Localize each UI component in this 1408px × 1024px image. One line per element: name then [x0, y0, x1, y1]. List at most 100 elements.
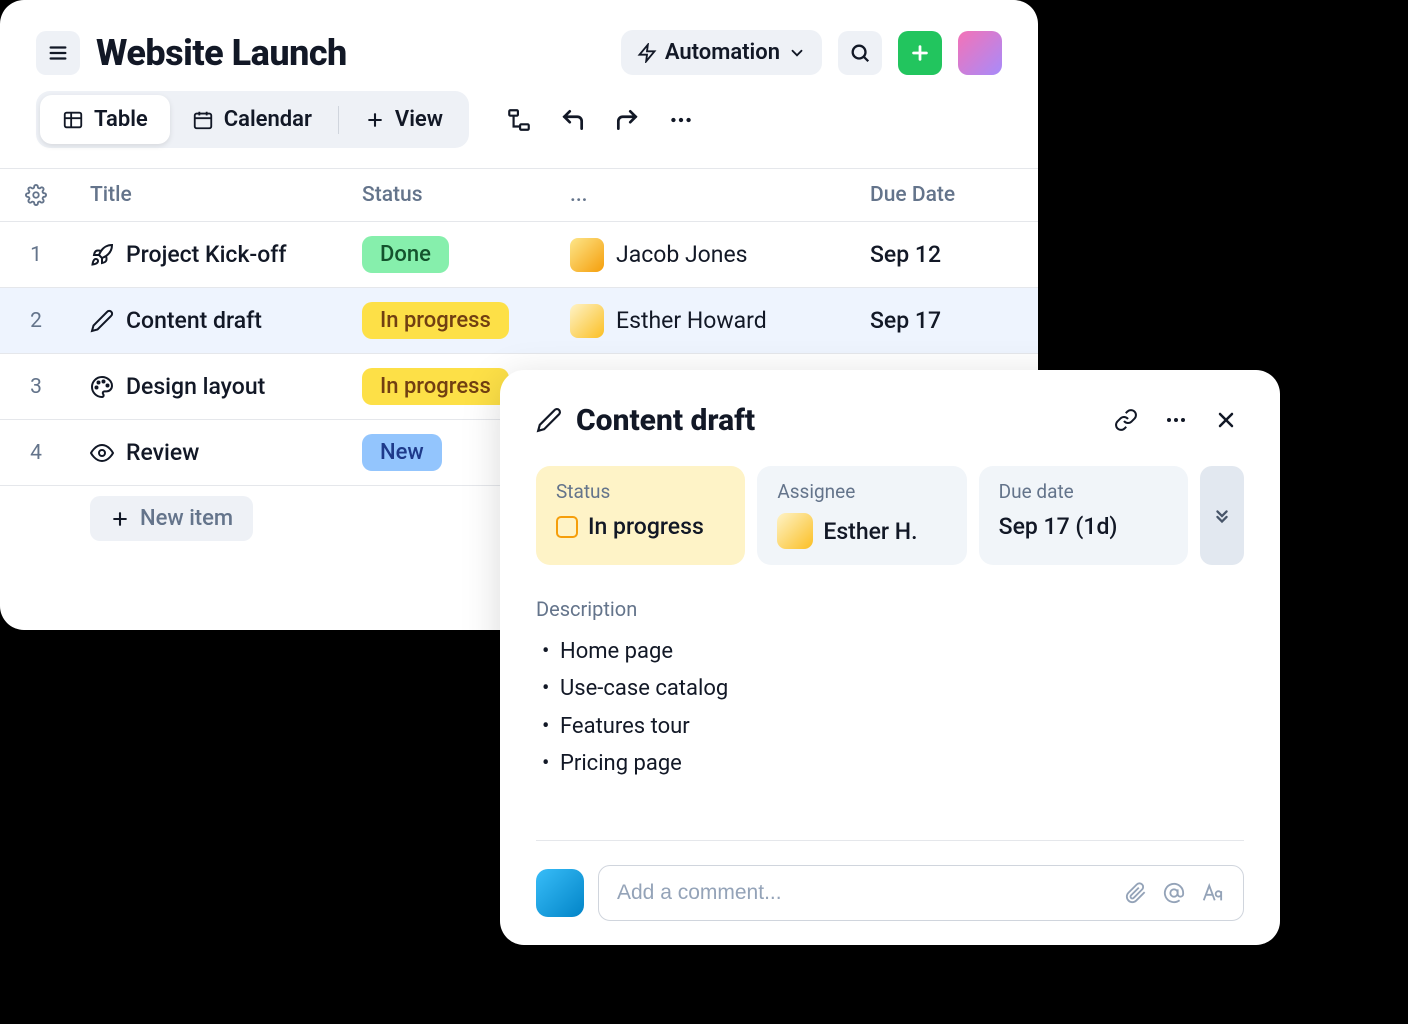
tab-add-view[interactable]: View	[343, 95, 465, 144]
row-assignee: Jacob Jones	[570, 238, 870, 272]
chevron-double-down-icon	[1211, 505, 1233, 527]
table-row[interactable]: 1Project Kick-offDoneJacob JonesSep 12	[0, 222, 1038, 288]
row-status: Done	[362, 236, 570, 273]
assignee-value: Esther H.	[823, 518, 917, 545]
chevron-down-icon	[788, 44, 806, 62]
comment-input-wrapper[interactable]	[598, 865, 1244, 921]
tab-table[interactable]: Table	[40, 95, 170, 144]
status-value: In progress	[588, 513, 704, 540]
status-property[interactable]: Status In progress	[536, 466, 745, 565]
column-due-date[interactable]: Due Date	[870, 183, 1038, 207]
automation-button[interactable]: Automation	[621, 30, 822, 75]
calendar-icon	[192, 109, 214, 131]
description-label: Description	[536, 597, 1244, 621]
redo-button[interactable]	[609, 102, 645, 138]
column-title[interactable]: Title	[72, 183, 362, 207]
tabs-group: Table Calendar View	[36, 91, 469, 148]
formatting-button[interactable]	[1199, 880, 1225, 906]
column-status[interactable]: Status	[362, 183, 570, 207]
table-row[interactable]: 2Content draftIn progressEsther HowardSe…	[0, 288, 1038, 354]
more-icon	[1164, 408, 1188, 432]
description-item: Features tour	[560, 708, 1244, 745]
assignee-name: Esther Howard	[616, 307, 767, 334]
tab-separator	[338, 106, 339, 134]
menu-button[interactable]	[36, 31, 80, 75]
status-badge[interactable]: Done	[362, 236, 449, 273]
status-badge[interactable]: In progress	[362, 302, 509, 339]
text-format-icon	[1200, 882, 1224, 904]
detail-header: Content draft	[536, 402, 1244, 438]
due-date-value: Sep 17 (1d)	[999, 513, 1118, 540]
search-button[interactable]	[838, 31, 882, 75]
table-icon	[62, 109, 84, 131]
tab-add-view-label: View	[395, 107, 443, 132]
due-date-property[interactable]: Due date Sep 17 (1d)	[979, 466, 1188, 565]
due-date-label: Due date	[999, 480, 1168, 503]
close-button[interactable]	[1208, 402, 1244, 438]
row-due-date: Sep 17	[870, 307, 1038, 334]
plus-icon	[365, 110, 385, 130]
hamburger-icon	[47, 42, 69, 64]
row-status: In progress	[362, 302, 570, 339]
row-number: 2	[0, 309, 72, 333]
status-checkbox[interactable]	[556, 516, 578, 538]
assignee-property[interactable]: Assignee Esther H.	[757, 466, 966, 565]
plus-icon	[909, 42, 931, 64]
board-header: Website Launch Automation	[0, 0, 1038, 91]
status-label: Status	[556, 480, 725, 503]
board-title[interactable]: Website Launch	[96, 32, 605, 74]
plus-icon	[110, 509, 130, 529]
tabs-row: Table Calendar View	[0, 91, 1038, 168]
undo-icon	[560, 107, 586, 133]
link-button[interactable]	[1108, 402, 1144, 438]
description-list[interactable]: Home pageUse-case catalogFeatures tourPr…	[536, 633, 1244, 783]
detail-title[interactable]: Content draft	[536, 403, 1094, 438]
table-header: Title Status ... Due Date	[0, 169, 1038, 222]
more-icon	[668, 107, 694, 133]
status-badge[interactable]: New	[362, 434, 442, 471]
assignee-avatar	[570, 238, 604, 272]
new-item-button[interactable]: New item	[90, 496, 253, 541]
row-title: Project Kick-off	[72, 241, 362, 268]
properties-row: Status In progress Assignee Esther H. Du…	[536, 466, 1244, 565]
new-item-label: New item	[140, 506, 233, 531]
assignee-label: Assignee	[777, 480, 946, 503]
structure-button[interactable]	[501, 102, 537, 138]
status-badge[interactable]: In progress	[362, 368, 509, 405]
pencil-icon	[90, 309, 114, 333]
lightning-icon	[637, 43, 657, 63]
more-button[interactable]	[1158, 402, 1194, 438]
detail-title-text: Content draft	[576, 403, 755, 438]
more-button[interactable]	[663, 102, 699, 138]
settings-column[interactable]	[0, 184, 72, 206]
row-number: 3	[0, 375, 72, 399]
toolbar	[501, 102, 699, 138]
assignee-name: Jacob Jones	[616, 241, 748, 268]
commenter-avatar[interactable]	[536, 869, 584, 917]
comment-input[interactable]	[617, 881, 1111, 905]
user-avatar[interactable]	[958, 31, 1002, 75]
automation-label: Automation	[665, 40, 780, 65]
paperclip-icon	[1125, 882, 1147, 904]
assignee-avatar	[777, 513, 813, 549]
description-section: Description Home pageUse-case catalogFea…	[536, 597, 1244, 783]
expand-properties-button[interactable]	[1200, 466, 1244, 565]
detail-panel: Content draft Status In progress Assigne…	[500, 370, 1280, 945]
search-icon	[849, 42, 871, 64]
link-icon	[1114, 408, 1138, 432]
add-button[interactable]	[898, 31, 942, 75]
gear-icon	[25, 184, 47, 206]
assignee-avatar	[570, 304, 604, 338]
tab-table-label: Table	[94, 107, 148, 132]
row-assignee: Esther Howard	[570, 304, 870, 338]
attachment-button[interactable]	[1123, 880, 1149, 906]
row-title: Review	[72, 439, 362, 466]
eye-icon	[90, 441, 114, 465]
undo-button[interactable]	[555, 102, 591, 138]
mention-button[interactable]	[1161, 880, 1187, 906]
rocket-icon	[90, 243, 114, 267]
tab-calendar[interactable]: Calendar	[170, 95, 334, 144]
description-item: Home page	[560, 633, 1244, 670]
description-item: Use-case catalog	[560, 670, 1244, 707]
column-assignee[interactable]: ...	[570, 183, 870, 207]
